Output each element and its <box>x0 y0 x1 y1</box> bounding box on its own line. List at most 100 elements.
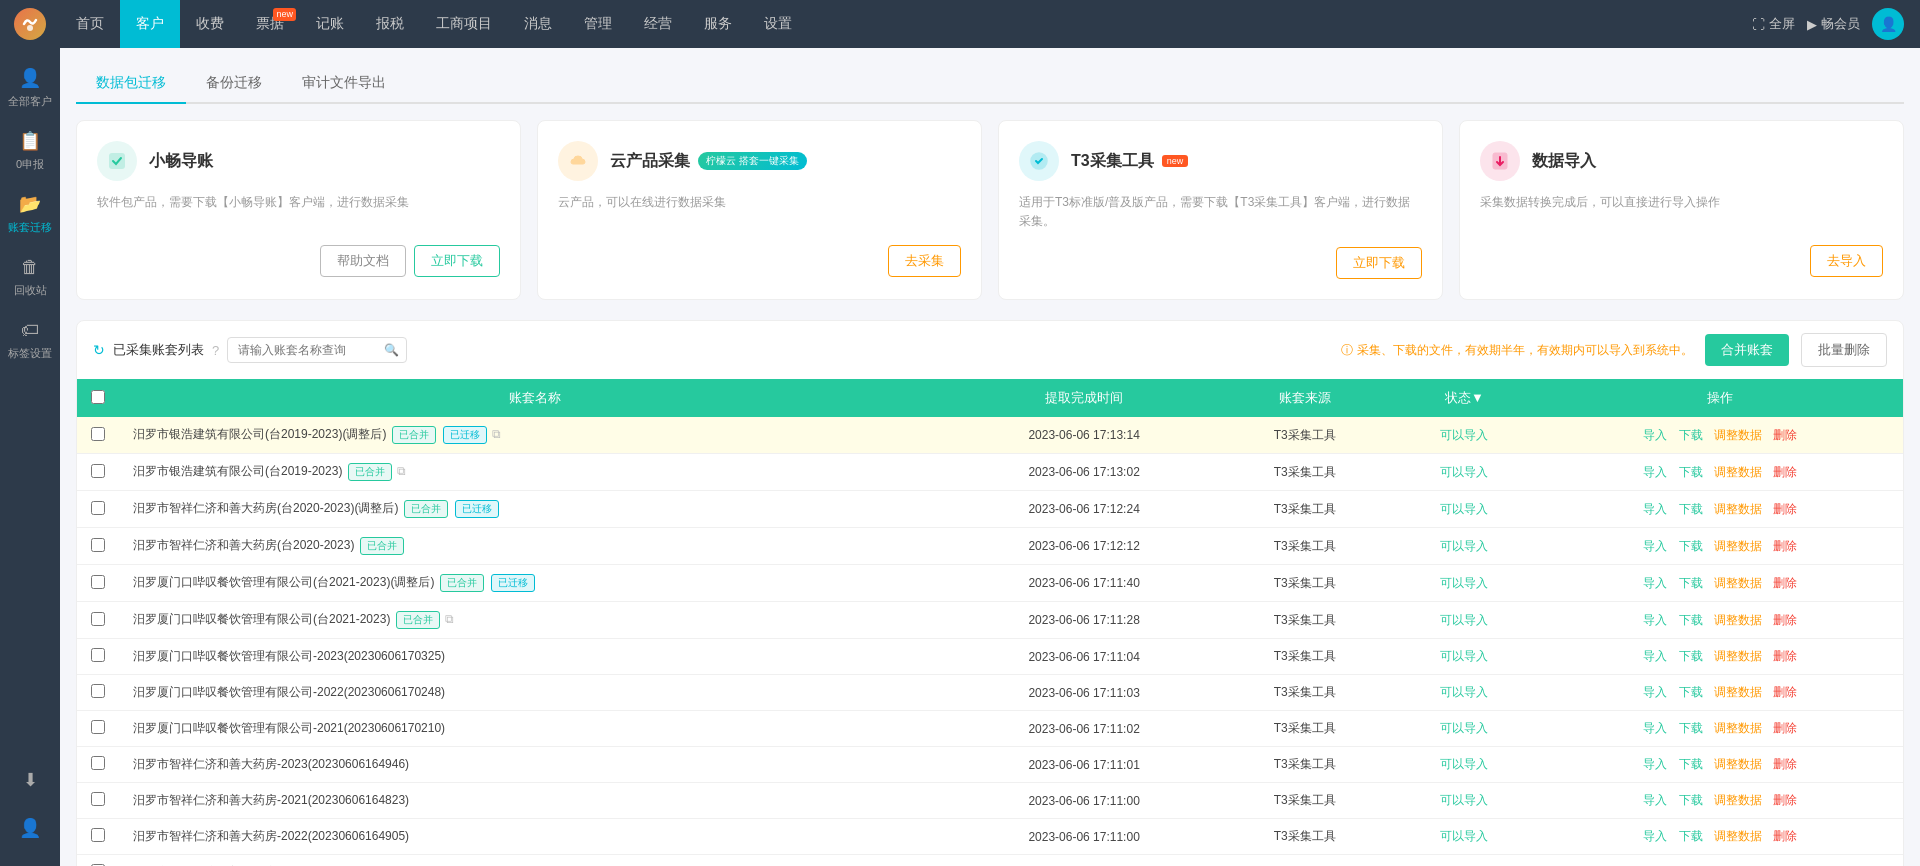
download-link[interactable]: 下载 <box>1679 757 1703 771</box>
import-link[interactable]: 导入 <box>1643 721 1667 735</box>
row-checkbox[interactable] <box>91 575 105 589</box>
delete-link[interactable]: 删除 <box>1773 685 1797 699</box>
refresh-icon[interactable]: ↻ <box>93 342 105 358</box>
download-link[interactable]: 下载 <box>1679 576 1703 590</box>
search-input[interactable] <box>227 337 407 363</box>
nav-manage[interactable]: 管理 <box>568 0 628 48</box>
batch-delete-button[interactable]: 批量删除 <box>1801 333 1887 367</box>
helpdoc-button[interactable]: 帮助文档 <box>320 245 406 277</box>
delete-link[interactable]: 删除 <box>1773 649 1797 663</box>
import-link[interactable]: 导入 <box>1643 793 1667 807</box>
member-button[interactable]: ▶ 畅会员 <box>1807 15 1860 33</box>
delete-link[interactable]: 删除 <box>1773 576 1797 590</box>
download-link[interactable]: 下载 <box>1679 502 1703 516</box>
row-checkbox[interactable] <box>91 464 105 478</box>
sidebar-user[interactable]: 👤 <box>0 806 60 850</box>
download-link[interactable]: 下载 <box>1679 465 1703 479</box>
help-icon[interactable]: ? <box>212 343 219 358</box>
copy-icon[interactable]: ⧉ <box>397 464 406 478</box>
delete-link[interactable]: 删除 <box>1773 465 1797 479</box>
copy-icon[interactable]: ⧉ <box>492 427 501 441</box>
merge-accountset-button[interactable]: 合并账套 <box>1705 334 1789 366</box>
sidebar-item-tags[interactable]: 🏷 标签设置 <box>0 308 60 371</box>
import-link[interactable]: 导入 <box>1643 649 1667 663</box>
adjust-link[interactable]: 调整数据 <box>1714 428 1762 442</box>
adjust-link[interactable]: 调整数据 <box>1714 721 1762 735</box>
adjust-link[interactable]: 调整数据 <box>1714 649 1762 663</box>
adjust-link[interactable]: 调整数据 <box>1714 539 1762 553</box>
sidebar-item-zerodeclar[interactable]: 📋 0申报 <box>0 119 60 182</box>
import-link[interactable]: 导入 <box>1643 576 1667 590</box>
download-link[interactable]: 下载 <box>1679 428 1703 442</box>
row-checkbox[interactable] <box>91 538 105 552</box>
adjust-link[interactable]: 调整数据 <box>1714 465 1762 479</box>
import-link[interactable]: 导入 <box>1643 757 1667 771</box>
goto-import-button[interactable]: 去导入 <box>1810 245 1883 277</box>
delete-link[interactable]: 删除 <box>1773 539 1797 553</box>
copy-icon[interactable]: ⧉ <box>445 612 454 626</box>
tab-datapackage[interactable]: 数据包迁移 <box>76 64 186 104</box>
row-checkbox[interactable] <box>91 756 105 770</box>
download-now-button[interactable]: 立即下载 <box>414 245 500 277</box>
nav-tax[interactable]: 报税 <box>360 0 420 48</box>
import-link[interactable]: 导入 <box>1643 465 1667 479</box>
goto-collect-button[interactable]: 去采集 <box>888 245 961 277</box>
row-checkbox[interactable] <box>91 501 105 515</box>
col-checkbox[interactable] <box>77 379 119 417</box>
import-link[interactable]: 导入 <box>1643 539 1667 553</box>
import-link[interactable]: 导入 <box>1643 829 1667 843</box>
logo-area[interactable] <box>0 0 60 48</box>
delete-link[interactable]: 删除 <box>1773 793 1797 807</box>
nav-bookkeep[interactable]: 记账 <box>300 0 360 48</box>
nav-service[interactable]: 服务 <box>688 0 748 48</box>
sidebar-item-trash[interactable]: 🗑 回收站 <box>0 245 60 308</box>
row-checkbox[interactable] <box>91 720 105 734</box>
adjust-link[interactable]: 调整数据 <box>1714 502 1762 516</box>
sidebar-download[interactable]: ⬇ <box>0 758 60 802</box>
import-link[interactable]: 导入 <box>1643 502 1667 516</box>
row-checkbox[interactable] <box>91 684 105 698</box>
row-checkbox[interactable] <box>91 828 105 842</box>
sidebar-item-migration[interactable]: 📂 账套迁移 <box>0 182 60 245</box>
nav-client[interactable]: 客户 <box>120 0 180 48</box>
nav-biz[interactable]: 工商项目 <box>420 0 508 48</box>
user-avatar[interactable]: 👤 <box>1872 8 1904 40</box>
delete-link[interactable]: 删除 <box>1773 428 1797 442</box>
download-link[interactable]: 下载 <box>1679 793 1703 807</box>
select-all-checkbox[interactable] <box>91 390 105 404</box>
adjust-link[interactable]: 调整数据 <box>1714 613 1762 627</box>
download-link[interactable]: 下载 <box>1679 649 1703 663</box>
tab-backup[interactable]: 备份迁移 <box>186 64 282 104</box>
adjust-link[interactable]: 调整数据 <box>1714 685 1762 699</box>
delete-link[interactable]: 删除 <box>1773 829 1797 843</box>
nav-msg[interactable]: 消息 <box>508 0 568 48</box>
row-checkbox[interactable] <box>91 427 105 441</box>
nav-ticket[interactable]: 票据 new <box>240 0 300 48</box>
import-link[interactable]: 导入 <box>1643 685 1667 699</box>
row-checkbox[interactable] <box>91 612 105 626</box>
adjust-link[interactable]: 调整数据 <box>1714 757 1762 771</box>
download-link[interactable]: 下载 <box>1679 829 1703 843</box>
row-checkbox[interactable] <box>91 792 105 806</box>
delete-link[interactable]: 删除 <box>1773 757 1797 771</box>
adjust-link[interactable]: 调整数据 <box>1714 829 1762 843</box>
download-link[interactable]: 下载 <box>1679 685 1703 699</box>
tab-audit[interactable]: 审计文件导出 <box>282 64 406 104</box>
adjust-link[interactable]: 调整数据 <box>1714 793 1762 807</box>
nav-home[interactable]: 首页 <box>60 0 120 48</box>
delete-link[interactable]: 删除 <box>1773 613 1797 627</box>
col-status[interactable]: 状态▼ <box>1391 379 1537 417</box>
delete-link[interactable]: 删除 <box>1773 502 1797 516</box>
import-link[interactable]: 导入 <box>1643 613 1667 627</box>
nav-settings[interactable]: 设置 <box>748 0 808 48</box>
delete-link[interactable]: 删除 <box>1773 721 1797 735</box>
sidebar-item-allclient[interactable]: 👤 全部客户 <box>0 56 60 119</box>
adjust-link[interactable]: 调整数据 <box>1714 576 1762 590</box>
import-link[interactable]: 导入 <box>1643 428 1667 442</box>
download-link[interactable]: 下载 <box>1679 721 1703 735</box>
t3-download-button[interactable]: 立即下载 <box>1336 247 1422 279</box>
fullscreen-button[interactable]: ⛶ 全屏 <box>1752 15 1795 33</box>
nav-ops[interactable]: 经营 <box>628 0 688 48</box>
row-checkbox[interactable] <box>91 648 105 662</box>
download-link[interactable]: 下载 <box>1679 613 1703 627</box>
